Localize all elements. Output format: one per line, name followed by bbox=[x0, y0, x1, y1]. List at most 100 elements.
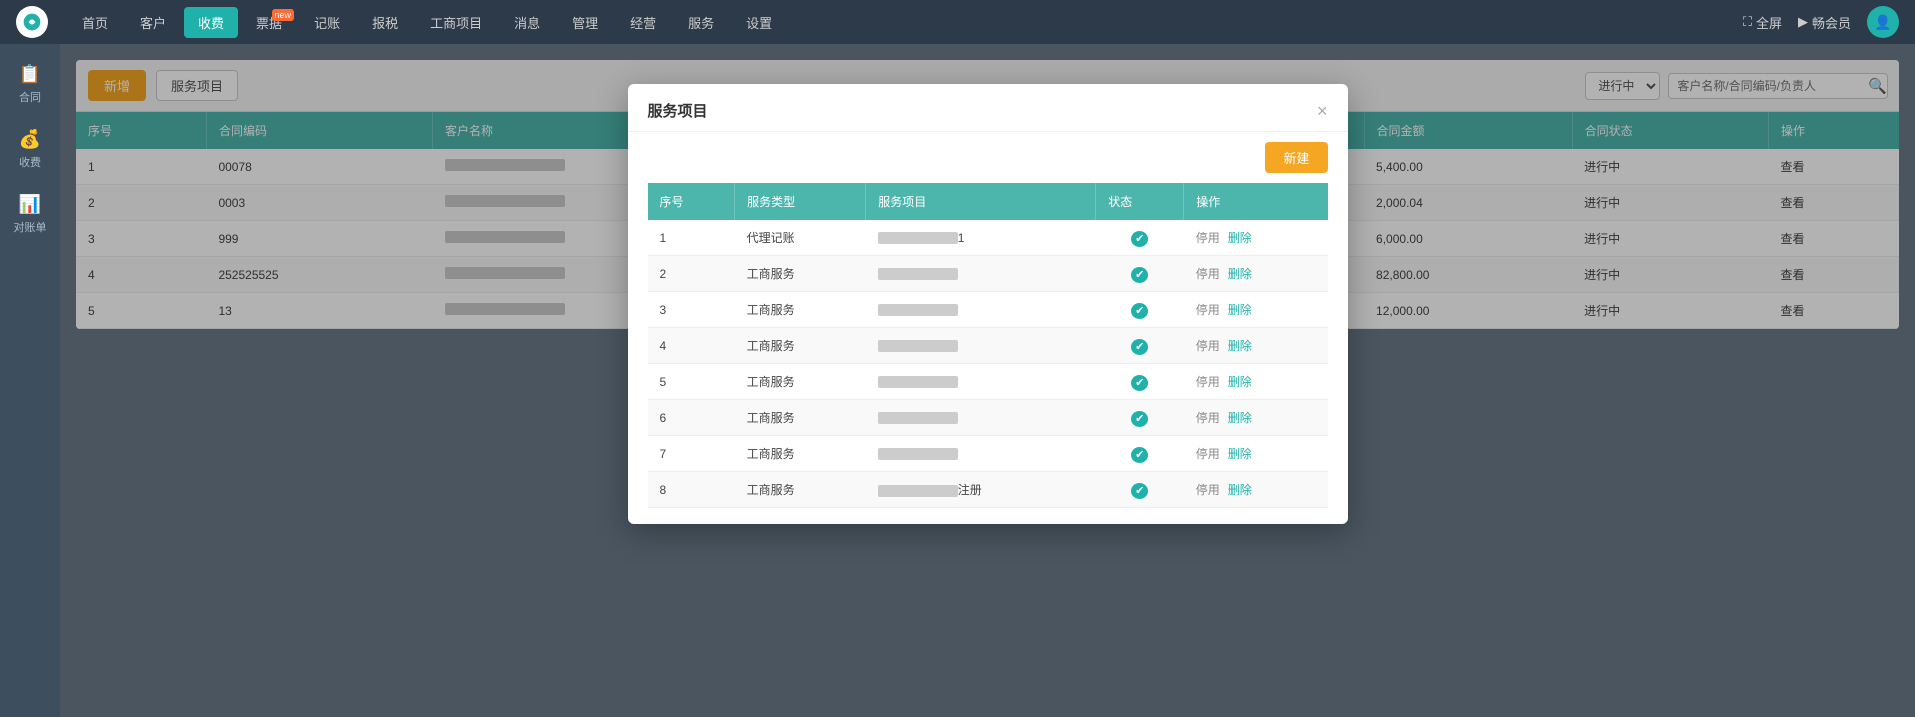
modal-cell-seq: 1 bbox=[648, 220, 735, 256]
sidebar-label-合同: 合同 bbox=[19, 89, 41, 105]
delete-button[interactable]: 删除 bbox=[1228, 303, 1252, 317]
delete-button[interactable]: 删除 bbox=[1228, 267, 1252, 281]
modal-cell-action: 停用删除 bbox=[1184, 472, 1328, 508]
stop-button[interactable]: 停用 bbox=[1196, 231, 1220, 245]
status-check-icon: ✔ bbox=[1131, 375, 1148, 391]
modal-cell-type: 工商服务 bbox=[735, 364, 866, 400]
modal-new-button[interactable]: 新建 bbox=[1265, 142, 1327, 173]
nav-item-记账[interactable]: 记账 bbox=[300, 7, 354, 38]
modal-cell-status: ✔ bbox=[1096, 256, 1184, 292]
stop-button[interactable]: 停用 bbox=[1196, 267, 1220, 281]
stop-button[interactable]: 停用 bbox=[1196, 447, 1220, 461]
status-check-icon: ✔ bbox=[1131, 231, 1148, 247]
delete-button[interactable]: 删除 bbox=[1228, 483, 1252, 497]
modal-cell-item: 注册 bbox=[866, 472, 1096, 508]
modal-cell-seq: 2 bbox=[648, 256, 735, 292]
modal-cell-type: 工商服务 bbox=[735, 400, 866, 436]
app-logo[interactable] bbox=[16, 6, 48, 38]
nav-item-经营[interactable]: 经营 bbox=[616, 7, 670, 38]
nav-right: ⛶ 全屏 ▶ 畅会员 👤 bbox=[1743, 6, 1899, 38]
stop-button[interactable]: 停用 bbox=[1196, 339, 1220, 353]
modal-cell-item bbox=[866, 364, 1096, 400]
stop-button[interactable]: 停用 bbox=[1196, 375, 1220, 389]
sidebar-item-收费[interactable]: 💰收费 bbox=[4, 119, 56, 180]
stop-button[interactable]: 停用 bbox=[1196, 411, 1220, 425]
nav-item-报税[interactable]: 报税 bbox=[358, 7, 412, 38]
member-icon: ▶ bbox=[1798, 14, 1808, 30]
status-check-icon: ✔ bbox=[1131, 447, 1148, 463]
sidebar-icon-收费: 💰 bbox=[19, 129, 41, 150]
modal-toolbar: 新建 bbox=[628, 132, 1348, 183]
modal-cell-seq: 4 bbox=[648, 328, 735, 364]
stop-button[interactable]: 停用 bbox=[1196, 303, 1220, 317]
nav-item-服务[interactable]: 服务 bbox=[674, 7, 728, 38]
sidebar-icon-对账单: 📊 bbox=[19, 194, 41, 215]
delete-button[interactable]: 删除 bbox=[1228, 411, 1252, 425]
modal-cell-action: 停用删除 bbox=[1184, 220, 1328, 256]
modal-cell-action: 停用删除 bbox=[1184, 256, 1328, 292]
modal-cell-item bbox=[866, 328, 1096, 364]
modal-header: 服务项目 × bbox=[628, 84, 1348, 132]
modal-table-row: 7工商服务✔停用删除 bbox=[648, 436, 1328, 472]
modal-cell-status: ✔ bbox=[1096, 364, 1184, 400]
modal-table-header: 序号服务类型服务项目状态操作 bbox=[648, 183, 1328, 220]
modal-title: 服务项目 bbox=[648, 100, 708, 121]
modal-cell-type: 工商服务 bbox=[735, 328, 866, 364]
sidebar-item-合同[interactable]: 📋 合同 bbox=[4, 54, 56, 115]
nav-item-管理[interactable]: 管理 bbox=[558, 7, 612, 38]
nav-item-收费[interactable]: 收费 bbox=[184, 7, 238, 38]
app-layout: 📋 合同 💰收费 📊 对账单 新增 服务项目 进行中全部已结束 🔍 序号合同编码客户名称… bbox=[0, 44, 1915, 717]
nav-item-票据[interactable]: 票据new bbox=[242, 7, 296, 38]
user-avatar[interactable]: 👤 bbox=[1867, 6, 1899, 38]
delete-button[interactable]: 删除 bbox=[1228, 339, 1252, 353]
modal-col-header: 服务项目 bbox=[866, 183, 1096, 220]
delete-button[interactable]: 删除 bbox=[1228, 375, 1252, 389]
member-button[interactable]: ▶ 畅会员 bbox=[1798, 13, 1851, 32]
nav-badge-new: new bbox=[272, 9, 295, 21]
modal-table-row: 6工商服务 ✔ 停用删除 bbox=[648, 400, 1328, 436]
modal-table-body: 1代理记账1✔停用删除2工商服务✔停用删除3工商服务✔停用删除4工商服务✔停用删… bbox=[648, 220, 1328, 508]
modal-cell-type: 代理记账 bbox=[735, 220, 866, 256]
modal-cell-status: ✔ bbox=[1096, 400, 1184, 436]
status-check-icon: ✔ bbox=[1131, 483, 1148, 499]
modal-cell-status: ✔ bbox=[1096, 436, 1184, 472]
main-content: 新增 服务项目 进行中全部已结束 🔍 序号合同编码客户名称服务项目 ⇅服务期限起… bbox=[60, 44, 1915, 717]
modal-cell-type: 工商服务 bbox=[735, 472, 866, 508]
fullscreen-label: 全屏 bbox=[1756, 13, 1782, 32]
modal-table-row: 4工商服务 ✔ 停用删除 bbox=[648, 328, 1328, 364]
delete-button[interactable]: 删除 bbox=[1228, 231, 1252, 245]
modal-cell-seq: 5 bbox=[648, 364, 735, 400]
modal-table-row: 1代理记账1 ✔ 停用删除 bbox=[648, 220, 1328, 256]
sidebar-icon-合同: 📋 bbox=[19, 64, 41, 85]
sidebar-label-对账单: 对账单 bbox=[14, 219, 47, 235]
modal-cell-item: 1 bbox=[866, 220, 1096, 256]
status-check-icon: ✔ bbox=[1131, 267, 1148, 283]
nav-item-首页[interactable]: 首页 bbox=[68, 7, 122, 38]
service-items-table: 序号服务类型服务项目状态操作 1代理记账1✔停用删除2工商服务✔停用删除3工商服… bbox=[648, 183, 1328, 508]
modal-cell-seq: 6 bbox=[648, 400, 735, 436]
nav-item-消息[interactable]: 消息 bbox=[500, 7, 554, 38]
status-check-icon: ✔ bbox=[1131, 339, 1148, 355]
stop-button[interactable]: 停用 bbox=[1196, 483, 1220, 497]
modal-col-header: 序号 bbox=[648, 183, 735, 220]
modal-table-row: 3工商服务✔停用删除 bbox=[648, 292, 1328, 328]
delete-button[interactable]: 删除 bbox=[1228, 447, 1252, 461]
modal-cell-action: 停用删除 bbox=[1184, 400, 1328, 436]
modal-cell-item bbox=[866, 400, 1096, 436]
sidebar-item-对账单[interactable]: 📊 对账单 bbox=[4, 184, 56, 245]
modal-cell-item bbox=[866, 436, 1096, 472]
fullscreen-button[interactable]: ⛶ 全屏 bbox=[1743, 13, 1782, 32]
modal-col-header: 服务类型 bbox=[735, 183, 866, 220]
nav-item-设置[interactable]: 设置 bbox=[732, 7, 786, 38]
modal-cell-type: 工商服务 bbox=[735, 436, 866, 472]
modal-table-wrapper[interactable]: 序号服务类型服务项目状态操作 1代理记账1✔停用删除2工商服务✔停用删除3工商服… bbox=[628, 183, 1348, 524]
nav-item-客户[interactable]: 客户 bbox=[126, 7, 180, 38]
top-navigation: 首页客户收费票据new记账报税工商项目消息管理经营服务设置 ⛶ 全屏 ▶ 畅会员… bbox=[0, 0, 1915, 44]
modal-cell-action: 停用删除 bbox=[1184, 364, 1328, 400]
status-check-icon: ✔ bbox=[1131, 303, 1148, 319]
status-check-icon: ✔ bbox=[1131, 411, 1148, 427]
modal-cell-status: ✔ bbox=[1096, 472, 1184, 508]
modal-close-button[interactable]: × bbox=[1317, 102, 1328, 120]
nav-item-工商项目[interactable]: 工商项目 bbox=[416, 7, 496, 38]
modal-table-row: 5工商服务 ✔ 停用删除 bbox=[648, 364, 1328, 400]
